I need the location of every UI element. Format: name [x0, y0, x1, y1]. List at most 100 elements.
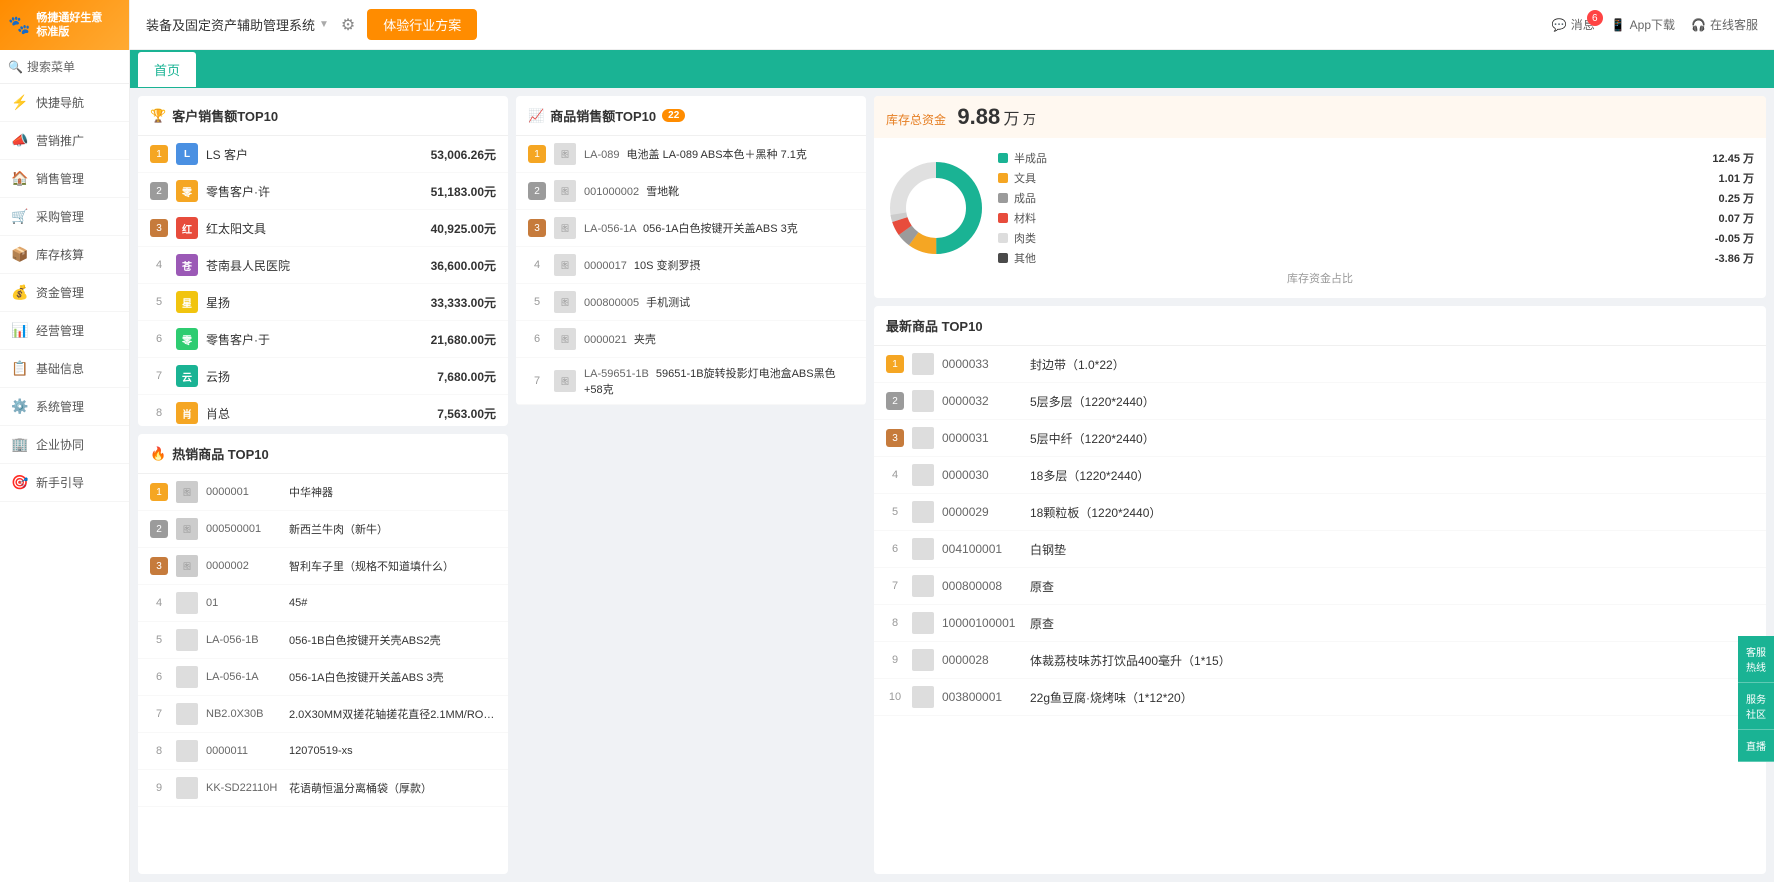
- legend-dot-meat: [998, 233, 1008, 243]
- sidebar-item-inventory[interactable]: 📦 库存核算: [0, 236, 129, 274]
- trial-button[interactable]: 体验行业方案: [367, 9, 477, 40]
- rank-number: 6: [150, 668, 168, 686]
- rank-number: 8: [886, 614, 904, 632]
- customer-amount: 33,333.00元: [431, 294, 496, 311]
- hot-product-code: 0000002: [206, 560, 281, 572]
- hot-product-name: 花语萌恒温分离桶袋（厚款）: [289, 780, 496, 796]
- latest-product-name: 22g鱼豆腐·烧烤味（1*12*20）: [1030, 689, 1754, 706]
- hot-product-code: 0000011: [206, 745, 281, 757]
- purchase-icon: 🛒: [12, 209, 28, 225]
- sidebar-item-guide[interactable]: 🎯 新手引导: [0, 464, 129, 502]
- product-info: LA-056-1A 056-1A白色按键开关盖ABS 3克: [584, 220, 854, 236]
- product-name: 雪地靴: [646, 186, 679, 198]
- content-area: 🏆 客户销售额TOP10 1 L LS 客户 53,006.26元 2 零 零售…: [130, 88, 1774, 882]
- product-info: 001000002 雪地靴: [584, 183, 854, 199]
- hot-product-code: LA-056-1A: [206, 671, 281, 683]
- topbar-right: 💬 消息 6 📱 App下载 🎧 在线客服: [1552, 16, 1758, 33]
- product-code: LA-056-1A: [584, 223, 636, 235]
- live-broadcast-button[interactable]: 直播: [1738, 730, 1774, 762]
- online-service-label: 在线客服: [1710, 16, 1758, 33]
- latest-product-image: [912, 353, 934, 375]
- product-info: 000800005 手机测试: [584, 294, 854, 310]
- sidebar-item-quicknav[interactable]: ⚡ 快捷导航: [0, 84, 129, 122]
- hot-product-image: 图: [176, 518, 198, 540]
- app-download-button[interactable]: 📱 App下载: [1611, 16, 1675, 33]
- latest-product-code: 0000028: [942, 653, 1022, 667]
- search-label: 搜索菜单: [27, 58, 75, 75]
- message-button[interactable]: 💬 消息 6: [1552, 16, 1595, 33]
- inventory-chart-area: 半成品 12.45 万 文具 1.01 万: [886, 150, 1754, 266]
- latest-product-name: 体裁荔枝味苏打饮品400毫升（1*15）: [1030, 652, 1754, 669]
- basic-icon: 📋: [12, 361, 28, 377]
- sidebar: 🐾 畅捷通好生意 标准版 🔍 搜索菜单 ⚡ 快捷导航 📣 营销推广 🏠 销售管理…: [0, 0, 130, 882]
- sidebar-item-sales[interactable]: 🏠 销售管理: [0, 160, 129, 198]
- sidebar-item-finance[interactable]: 💰 资金管理: [0, 274, 129, 312]
- latest-product-code: 003800001: [942, 690, 1022, 704]
- latest-product-item: 10 003800001 22g鱼豆腐·烧烤味（1*12*20）: [874, 679, 1766, 716]
- inventory-panel: 库存总资金 9.88 万 万: [874, 96, 1766, 298]
- product-rank-item: 6 图 0000021 夹壳: [516, 321, 866, 358]
- chart-icon: 📈: [528, 108, 544, 124]
- main-content: 🏆 客户销售额TOP10 1 L LS 客户 53,006.26元 2 零 零售…: [130, 88, 1774, 882]
- latest-product-image: [912, 649, 934, 671]
- product-name: 手机测试: [646, 297, 690, 309]
- hot-product-code: NB2.0X30B: [206, 708, 281, 720]
- system-icon: ⚙️: [12, 399, 28, 415]
- sidebar-item-marketing[interactable]: 📣 营销推广: [0, 122, 129, 160]
- customer-ranking-list: 1 L LS 客户 53,006.26元 2 零 零售客户·许 51,183.0…: [138, 136, 508, 426]
- product-sales-badge: 22: [662, 109, 685, 122]
- product-code: 001000002: [584, 186, 639, 198]
- rank-number: 8: [150, 742, 168, 760]
- product-rank-item: 7 图 LA-59651-1B 59651-1B旋转投影灯电池盒ABS黑色+58…: [516, 358, 866, 405]
- product-sales-title: 商品销售额TOP10: [550, 106, 656, 125]
- guide-icon: 🎯: [12, 475, 28, 491]
- latest-product-item: 6 004100001 白钢垫: [874, 531, 1766, 568]
- hot-product-item: 4 01 45#: [138, 585, 508, 622]
- latest-product-image: [912, 575, 934, 597]
- system-title-dropdown[interactable]: 装备及固定资产辅助管理系统 ▼: [146, 15, 329, 34]
- trophy-icon: 🏆: [150, 108, 166, 124]
- product-name: 10S 变刹罗摂: [634, 260, 701, 272]
- hot-products-title: 热销商品 TOP10: [172, 444, 269, 463]
- hot-product-name: 12070519-xs: [289, 745, 496, 757]
- product-image: 图: [554, 217, 576, 239]
- service-community-button[interactable]: 服务社区: [1738, 683, 1774, 730]
- latest-product-code: 0000029: [942, 505, 1022, 519]
- rank-number: 7: [886, 577, 904, 595]
- customer-name: 肖总: [206, 405, 429, 422]
- rank-number: 9: [150, 779, 168, 797]
- customer-name: 星扬: [206, 294, 423, 311]
- hot-product-name: 新西兰牛肉（新牛）: [289, 521, 496, 537]
- rank-number: 5: [528, 293, 546, 311]
- hot-products-header: 🔥 热销商品 TOP10: [138, 434, 508, 474]
- latest-product-name: 白钢垫: [1030, 541, 1754, 558]
- rank-number: 3: [528, 219, 546, 237]
- legend-dot-semicolored: [998, 153, 1008, 163]
- latest-product-image: [912, 427, 934, 449]
- quicknav-icon: ⚡: [12, 95, 28, 111]
- customer-amount: 36,600.00元: [431, 257, 496, 274]
- tab-home[interactable]: 首页: [138, 52, 196, 87]
- sidebar-item-enterprise[interactable]: 🏢 企业协同: [0, 426, 129, 464]
- latest-products-list: 1 0000033 封边带（1.0*22） 2 0000032 5层多层（122…: [874, 346, 1766, 716]
- latest-product-name: 原查: [1030, 615, 1754, 632]
- sidebar-item-system[interactable]: ⚙️ 系统管理: [0, 388, 129, 426]
- latest-product-name: 原查: [1030, 578, 1754, 595]
- logo-line1: 畅捷通好生意: [36, 11, 102, 25]
- hot-product-item: 9 KK-SD22110H 花语萌恒温分离桶袋（厚款）: [138, 770, 508, 807]
- customer-avatar: 零: [176, 328, 198, 350]
- service-hotline-button[interactable]: 客服热线: [1738, 636, 1774, 683]
- sidebar-item-purchase[interactable]: 🛒 采购管理: [0, 198, 129, 236]
- search-menu[interactable]: 🔍 搜索菜单: [0, 50, 129, 84]
- customer-ranking-header: 🏆 客户销售额TOP10: [138, 96, 508, 136]
- customer-avatar: 零: [176, 180, 198, 202]
- sidebar-item-basic[interactable]: 📋 基础信息: [0, 350, 129, 388]
- rank-number: 5: [886, 503, 904, 521]
- online-service-button[interactable]: 🎧 在线客服: [1691, 16, 1758, 33]
- latest-product-code: 0000031: [942, 431, 1022, 445]
- rank-number: 10: [886, 688, 904, 706]
- sidebar-item-operation[interactable]: 📊 经营管理: [0, 312, 129, 350]
- rank-number: 3: [150, 557, 168, 575]
- gear-icon[interactable]: ⚙: [341, 15, 355, 35]
- hot-product-name: 45#: [289, 597, 496, 609]
